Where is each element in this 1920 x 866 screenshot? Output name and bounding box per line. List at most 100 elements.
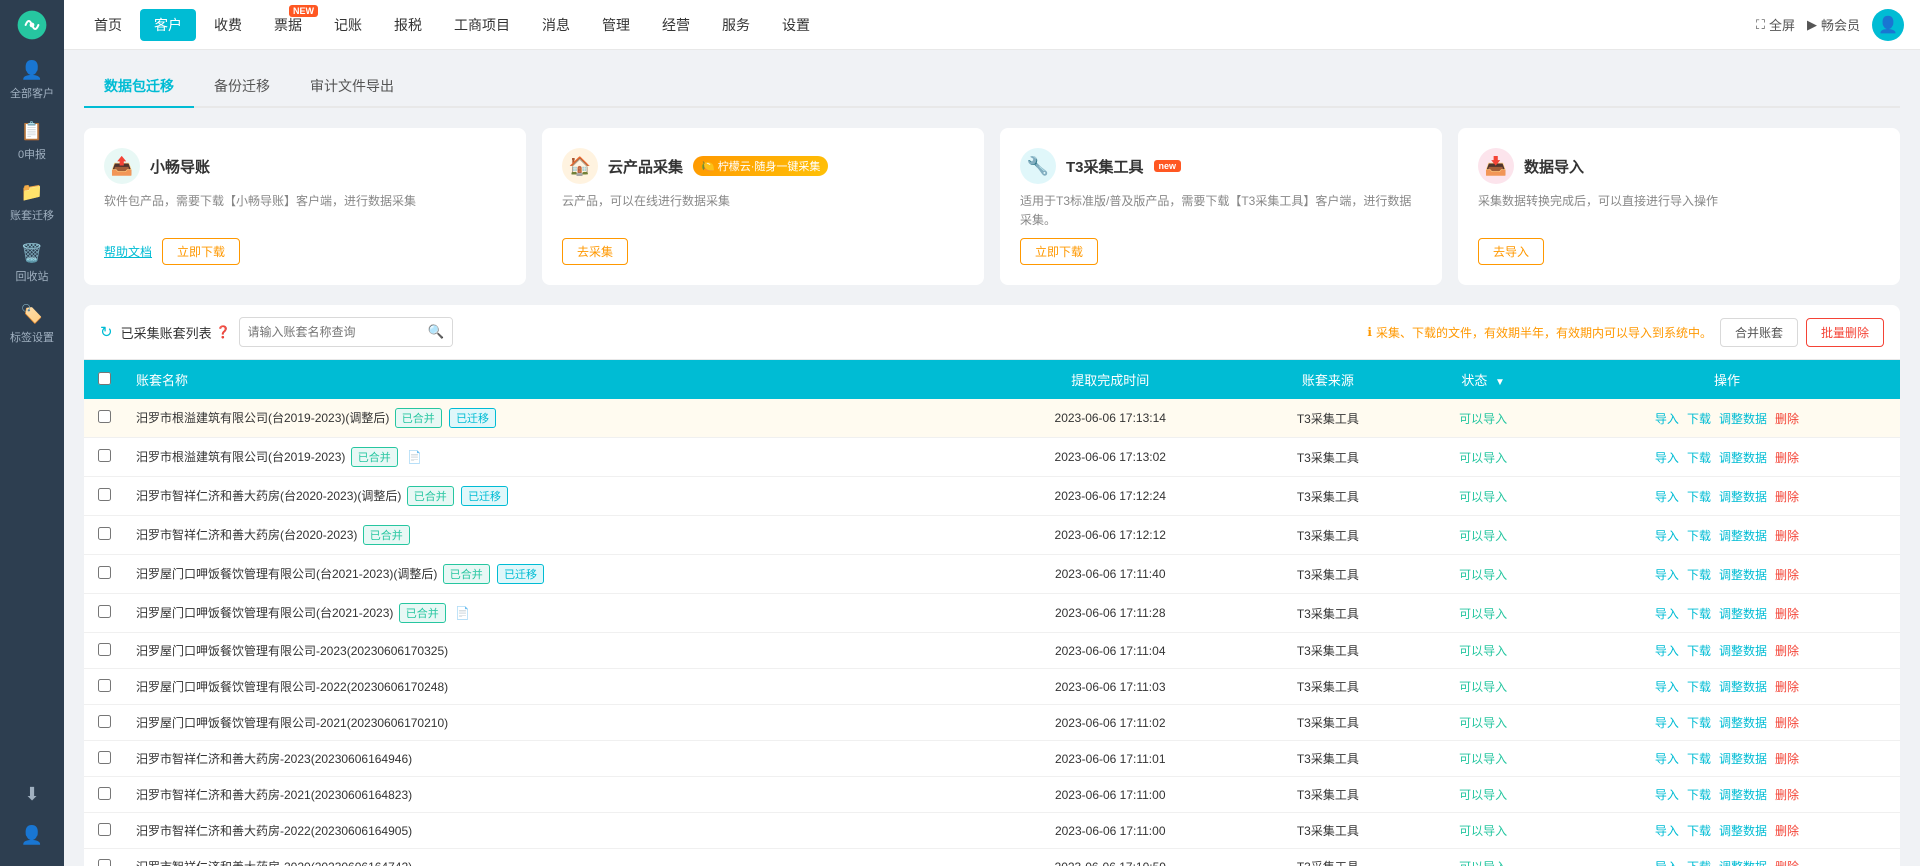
action-导入[interactable]: 导入 xyxy=(1655,451,1679,465)
action-删除[interactable]: 删除 xyxy=(1775,680,1799,694)
help-icon[interactable]: ❓ xyxy=(216,325,231,339)
action-导入[interactable]: 导入 xyxy=(1655,490,1679,504)
row-checkbox-9[interactable] xyxy=(98,715,111,728)
sidebar-item-trash[interactable]: 🗑️ 回收站 xyxy=(0,233,64,294)
nav-settings[interactable]: 设置 xyxy=(768,9,824,41)
action-删除[interactable]: 删除 xyxy=(1775,824,1799,838)
row-checkbox-7[interactable] xyxy=(98,643,111,656)
action-导入[interactable]: 导入 xyxy=(1655,716,1679,730)
action-删除[interactable]: 删除 xyxy=(1775,752,1799,766)
action-导入[interactable]: 导入 xyxy=(1655,752,1679,766)
action-导入[interactable]: 导入 xyxy=(1655,568,1679,582)
row-checkbox-10[interactable] xyxy=(98,751,111,764)
action-调整数据[interactable]: 调整数据 xyxy=(1719,412,1767,426)
tab-backup-migration[interactable]: 备份迁移 xyxy=(194,66,290,108)
action-下载[interactable]: 下载 xyxy=(1687,860,1711,866)
sidebar-user[interactable]: 👤 xyxy=(0,815,64,856)
row-checkbox-12[interactable] xyxy=(98,823,111,836)
action-下载[interactable]: 下载 xyxy=(1687,412,1711,426)
action-删除[interactable]: 删除 xyxy=(1775,788,1799,802)
search-input[interactable] xyxy=(240,325,420,339)
action-导入[interactable]: 导入 xyxy=(1655,529,1679,543)
action-下载[interactable]: 下载 xyxy=(1687,788,1711,802)
action-调整数据[interactable]: 调整数据 xyxy=(1719,568,1767,582)
fullscreen-button[interactable]: ⛶ 全屏 xyxy=(1756,15,1795,34)
action-删除[interactable]: 删除 xyxy=(1775,860,1799,866)
action-删除[interactable]: 删除 xyxy=(1775,529,1799,543)
sidebar-download[interactable]: ⬇ xyxy=(0,774,64,815)
merge-button[interactable]: 合并账套 xyxy=(1720,318,1798,347)
avatar[interactable]: 👤 xyxy=(1872,9,1904,41)
row-checkbox-4[interactable] xyxy=(98,527,111,540)
action-下载[interactable]: 下载 xyxy=(1687,490,1711,504)
action-调整数据[interactable]: 调整数据 xyxy=(1719,716,1767,730)
row-checkbox-2[interactable] xyxy=(98,449,111,462)
nav-clients[interactable]: 客户 xyxy=(140,9,196,41)
action-调整数据[interactable]: 调整数据 xyxy=(1719,752,1767,766)
action-下载[interactable]: 下载 xyxy=(1687,716,1711,730)
nav-management[interactable]: 管理 xyxy=(588,9,644,41)
t3-download-button[interactable]: 立即下载 xyxy=(1020,238,1098,265)
nav-fees[interactable]: 收费 xyxy=(200,9,256,41)
row-checkbox-5[interactable] xyxy=(98,566,111,579)
action-删除[interactable]: 删除 xyxy=(1775,568,1799,582)
tab-data-migration[interactable]: 数据包迁移 xyxy=(84,66,194,108)
refresh-icon[interactable]: ↻ xyxy=(100,323,113,341)
action-下载[interactable]: 下载 xyxy=(1687,529,1711,543)
xiao-chang-help-link[interactable]: 帮助文档 xyxy=(104,243,152,260)
action-导入[interactable]: 导入 xyxy=(1655,412,1679,426)
action-调整数据[interactable]: 调整数据 xyxy=(1719,451,1767,465)
action-导入[interactable]: 导入 xyxy=(1655,644,1679,658)
action-删除[interactable]: 删除 xyxy=(1775,607,1799,621)
nav-messages[interactable]: 消息 xyxy=(528,9,584,41)
nav-operations[interactable]: 经营 xyxy=(648,9,704,41)
nav-business[interactable]: 工商项目 xyxy=(440,9,524,41)
row-checkbox-11[interactable] xyxy=(98,787,111,800)
nav-tax[interactable]: 报税 xyxy=(380,9,436,41)
action-导入[interactable]: 导入 xyxy=(1655,860,1679,866)
row-checkbox-8[interactable] xyxy=(98,679,111,692)
nav-accounting[interactable]: 记账 xyxy=(320,9,376,41)
action-删除[interactable]: 删除 xyxy=(1775,716,1799,730)
row-checkbox-1[interactable] xyxy=(98,410,111,423)
action-调整数据[interactable]: 调整数据 xyxy=(1719,490,1767,504)
action-导入[interactable]: 导入 xyxy=(1655,607,1679,621)
select-all-checkbox[interactable] xyxy=(98,372,111,385)
action-下载[interactable]: 下载 xyxy=(1687,568,1711,582)
member-button[interactable]: ▶ 畅会员 xyxy=(1807,15,1860,34)
nav-tickets[interactable]: 票据 NEW xyxy=(260,9,316,41)
nav-services[interactable]: 服务 xyxy=(708,9,764,41)
action-导入[interactable]: 导入 xyxy=(1655,788,1679,802)
action-删除[interactable]: 删除 xyxy=(1775,451,1799,465)
nav-home[interactable]: 首页 xyxy=(80,9,136,41)
action-下载[interactable]: 下载 xyxy=(1687,824,1711,838)
action-删除[interactable]: 删除 xyxy=(1775,644,1799,658)
row-checkbox-6[interactable] xyxy=(98,605,111,618)
sidebar-item-migration[interactable]: 📁 账套迁移 xyxy=(0,172,64,233)
th-status[interactable]: 状态 ▼ xyxy=(1412,360,1554,399)
action-删除[interactable]: 删除 xyxy=(1775,412,1799,426)
xiao-chang-download-button[interactable]: 立即下载 xyxy=(162,238,240,265)
sidebar-item-declaration[interactable]: 📋 0申报 xyxy=(0,111,64,172)
sidebar-item-tags[interactable]: 🏷️ 标签设置 xyxy=(0,294,64,355)
batch-delete-button[interactable]: 批量删除 xyxy=(1806,318,1884,347)
row-checkbox-13[interactable] xyxy=(98,859,111,866)
action-调整数据[interactable]: 调整数据 xyxy=(1719,860,1767,866)
action-下载[interactable]: 下载 xyxy=(1687,607,1711,621)
tab-audit-export[interactable]: 审计文件导出 xyxy=(290,66,414,108)
action-调整数据[interactable]: 调整数据 xyxy=(1719,824,1767,838)
yun-cai-collect-button[interactable]: 去采集 xyxy=(562,238,628,265)
search-button[interactable]: 🔍 xyxy=(420,318,453,346)
action-下载[interactable]: 下载 xyxy=(1687,644,1711,658)
action-下载[interactable]: 下载 xyxy=(1687,451,1711,465)
action-下载[interactable]: 下载 xyxy=(1687,680,1711,694)
action-调整数据[interactable]: 调整数据 xyxy=(1719,644,1767,658)
row-checkbox-3[interactable] xyxy=(98,488,111,501)
action-调整数据[interactable]: 调整数据 xyxy=(1719,680,1767,694)
action-下载[interactable]: 下载 xyxy=(1687,752,1711,766)
data-import-button[interactable]: 去导入 xyxy=(1478,238,1544,265)
action-删除[interactable]: 删除 xyxy=(1775,490,1799,504)
app-logo[interactable] xyxy=(0,0,64,50)
action-导入[interactable]: 导入 xyxy=(1655,680,1679,694)
action-调整数据[interactable]: 调整数据 xyxy=(1719,529,1767,543)
